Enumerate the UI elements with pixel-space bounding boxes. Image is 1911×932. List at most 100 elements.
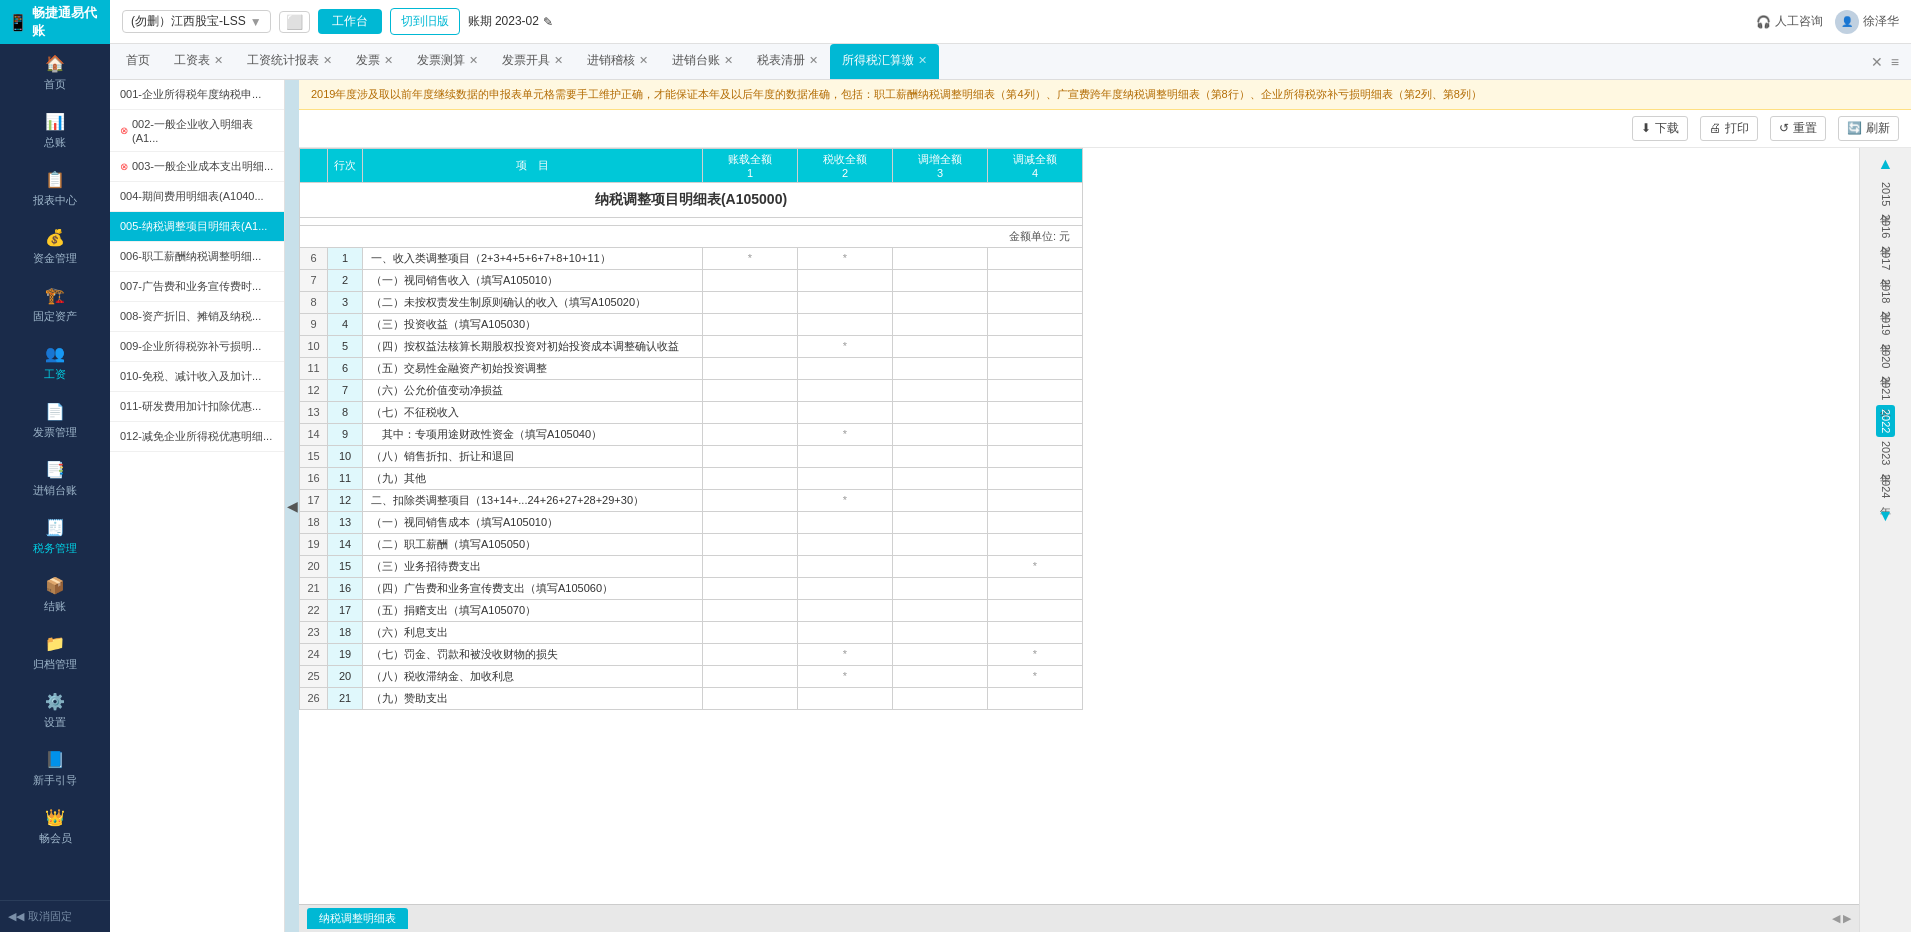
form-list-item-2[interactable]: ⊗003-一般企业成本支出明细... <box>110 152 284 182</box>
sidebar-item-1[interactable]: 📊总账 <box>0 102 110 160</box>
tab-1[interactable]: 工资表✕ <box>162 44 235 79</box>
cell-r6-c3[interactable] <box>988 379 1083 401</box>
cell-r15-c0[interactable] <box>703 577 798 599</box>
workbench-btn[interactable]: 工作台 <box>318 9 382 34</box>
cell-r19-c1[interactable]: * <box>798 665 893 687</box>
cell-r15-c1[interactable] <box>798 577 893 599</box>
tab-6[interactable]: 进销稽核✕ <box>575 44 660 79</box>
company-select[interactable]: (勿删）江西股宝-LSS ▼ <box>122 10 271 33</box>
cell-r1-c1[interactable] <box>798 269 893 291</box>
print-btn[interactable]: 🖨 打印 <box>1700 116 1758 141</box>
close-all-tabs-btn[interactable]: ✕ ≡ <box>1863 54 1907 70</box>
form-list-item-4[interactable]: 005-纳税调整项目明细表(A1... <box>110 212 284 242</box>
sidebar-item-4[interactable]: 🏗️固定资产 <box>0 276 110 334</box>
cell-r8-c0[interactable] <box>703 423 798 445</box>
table-scroll-area[interactable]: 行次项 目账载全额1税收全额2调增全额3调减全额4 纳税调整项目明细表(A105… <box>299 148 1859 905</box>
year-item-8[interactable]: 2023年 <box>1876 437 1895 469</box>
cell-r18-c2[interactable] <box>893 643 988 665</box>
tab-close-3[interactable]: ✕ <box>384 54 393 67</box>
cell-r19-c3[interactable]: * <box>988 665 1083 687</box>
sidebar-item-5[interactable]: 👥工资 <box>0 334 110 392</box>
tab-0[interactable]: 首页 <box>114 44 162 79</box>
cell-r16-c0[interactable] <box>703 599 798 621</box>
cell-r4-c1[interactable]: * <box>798 335 893 357</box>
cell-r10-c0[interactable] <box>703 467 798 489</box>
cell-r15-c2[interactable] <box>893 577 988 599</box>
cell-r20-c3[interactable] <box>988 687 1083 709</box>
cell-r7-c0[interactable] <box>703 401 798 423</box>
form-list-item-6[interactable]: 007-广告费和业务宣传费时... <box>110 272 284 302</box>
cell-r1-c0[interactable] <box>703 269 798 291</box>
year-item-4[interactable]: 2019年 <box>1876 307 1895 339</box>
tab-7[interactable]: 进销台账✕ <box>660 44 745 79</box>
cell-r13-c1[interactable] <box>798 533 893 555</box>
year-item-7[interactable]: 2022年 <box>1876 405 1895 437</box>
tab-8[interactable]: 税表清册✕ <box>745 44 830 79</box>
cell-r0-c3[interactable] <box>988 247 1083 269</box>
cell-r19-c2[interactable] <box>893 665 988 687</box>
cell-r17-c2[interactable] <box>893 621 988 643</box>
user-menu[interactable]: 👤 徐泽华 <box>1835 10 1899 34</box>
cell-r13-c0[interactable] <box>703 533 798 555</box>
cell-r4-c3[interactable] <box>988 335 1083 357</box>
cell-r16-c1[interactable] <box>798 599 893 621</box>
cell-r18-c1[interactable]: * <box>798 643 893 665</box>
sidebar-item-0[interactable]: 🏠首页 <box>0 44 110 102</box>
sidebar-item-3[interactable]: 💰资金管理 <box>0 218 110 276</box>
sidebar-item-7[interactable]: 📑进销台账 <box>0 450 110 508</box>
cell-r14-c1[interactable] <box>798 555 893 577</box>
cell-r5-c1[interactable] <box>798 357 893 379</box>
cell-r13-c3[interactable] <box>988 533 1083 555</box>
year-up-btn[interactable]: ▲ <box>1875 152 1897 176</box>
copy-icon-btn[interactable]: ⬜ <box>279 11 310 33</box>
year-item-9[interactable]: 2024年 <box>1876 470 1895 502</box>
cell-r20-c2[interactable] <box>893 687 988 709</box>
form-list-item-3[interactable]: 004-期间费用明细表(A1040... <box>110 182 284 212</box>
sidebar-item-9[interactable]: 📦结账 <box>0 566 110 624</box>
cell-r14-c3[interactable]: * <box>988 555 1083 577</box>
cell-r6-c0[interactable] <box>703 379 798 401</box>
cell-r5-c3[interactable] <box>988 357 1083 379</box>
cell-r15-c3[interactable] <box>988 577 1083 599</box>
cell-r4-c2[interactable] <box>893 335 988 357</box>
cell-r17-c3[interactable] <box>988 621 1083 643</box>
cell-r9-c1[interactable] <box>798 445 893 467</box>
cell-r7-c3[interactable] <box>988 401 1083 423</box>
tab-close-5[interactable]: ✕ <box>554 54 563 67</box>
cell-r14-c2[interactable] <box>893 555 988 577</box>
old-version-btn[interactable]: 切到旧版 <box>390 8 460 35</box>
cell-r17-c1[interactable] <box>798 621 893 643</box>
cell-r3-c3[interactable] <box>988 313 1083 335</box>
cell-r16-c3[interactable] <box>988 599 1083 621</box>
refresh-btn[interactable]: 🔄 刷新 <box>1838 116 1899 141</box>
cell-r5-c2[interactable] <box>893 357 988 379</box>
cell-r14-c0[interactable] <box>703 555 798 577</box>
cell-r12-c2[interactable] <box>893 511 988 533</box>
cell-r0-c2[interactable] <box>893 247 988 269</box>
cell-r13-c2[interactable] <box>893 533 988 555</box>
form-list-item-1[interactable]: ⊗002-一般企业收入明细表(A1... <box>110 110 284 152</box>
year-item-0[interactable]: 2015年 <box>1876 178 1895 210</box>
form-list-item-9[interactable]: 010-免税、减计收入及加计... <box>110 362 284 392</box>
cell-r17-c0[interactable] <box>703 621 798 643</box>
form-list-item-10[interactable]: 011-研发费用加计扣除优惠... <box>110 392 284 422</box>
cell-r8-c3[interactable] <box>988 423 1083 445</box>
reset-btn[interactable]: ↺ 重置 <box>1770 116 1826 141</box>
cell-r20-c0[interactable] <box>703 687 798 709</box>
year-item-5[interactable]: 2020年 <box>1876 340 1895 372</box>
cell-r12-c1[interactable] <box>798 511 893 533</box>
year-item-1[interactable]: 2016年 <box>1876 210 1895 242</box>
year-item-3[interactable]: 2018年 <box>1876 275 1895 307</box>
cell-r7-c1[interactable] <box>798 401 893 423</box>
sidebar-item-13[interactable]: 👑畅会员 <box>0 798 110 856</box>
tab-5[interactable]: 发票开具✕ <box>490 44 575 79</box>
tab-close-7[interactable]: ✕ <box>724 54 733 67</box>
cell-r12-c0[interactable] <box>703 511 798 533</box>
form-list-item-7[interactable]: 008-资产折旧、摊销及纳税... <box>110 302 284 332</box>
form-list-item-11[interactable]: 012-减免企业所得税优惠明细... <box>110 422 284 452</box>
download-btn[interactable]: ⬇ 下载 <box>1632 116 1688 141</box>
cell-r11-c0[interactable] <box>703 489 798 511</box>
cell-r6-c2[interactable] <box>893 379 988 401</box>
year-down-btn[interactable]: ▼ <box>1875 504 1897 528</box>
sidebar-item-6[interactable]: 📄发票管理 <box>0 392 110 450</box>
